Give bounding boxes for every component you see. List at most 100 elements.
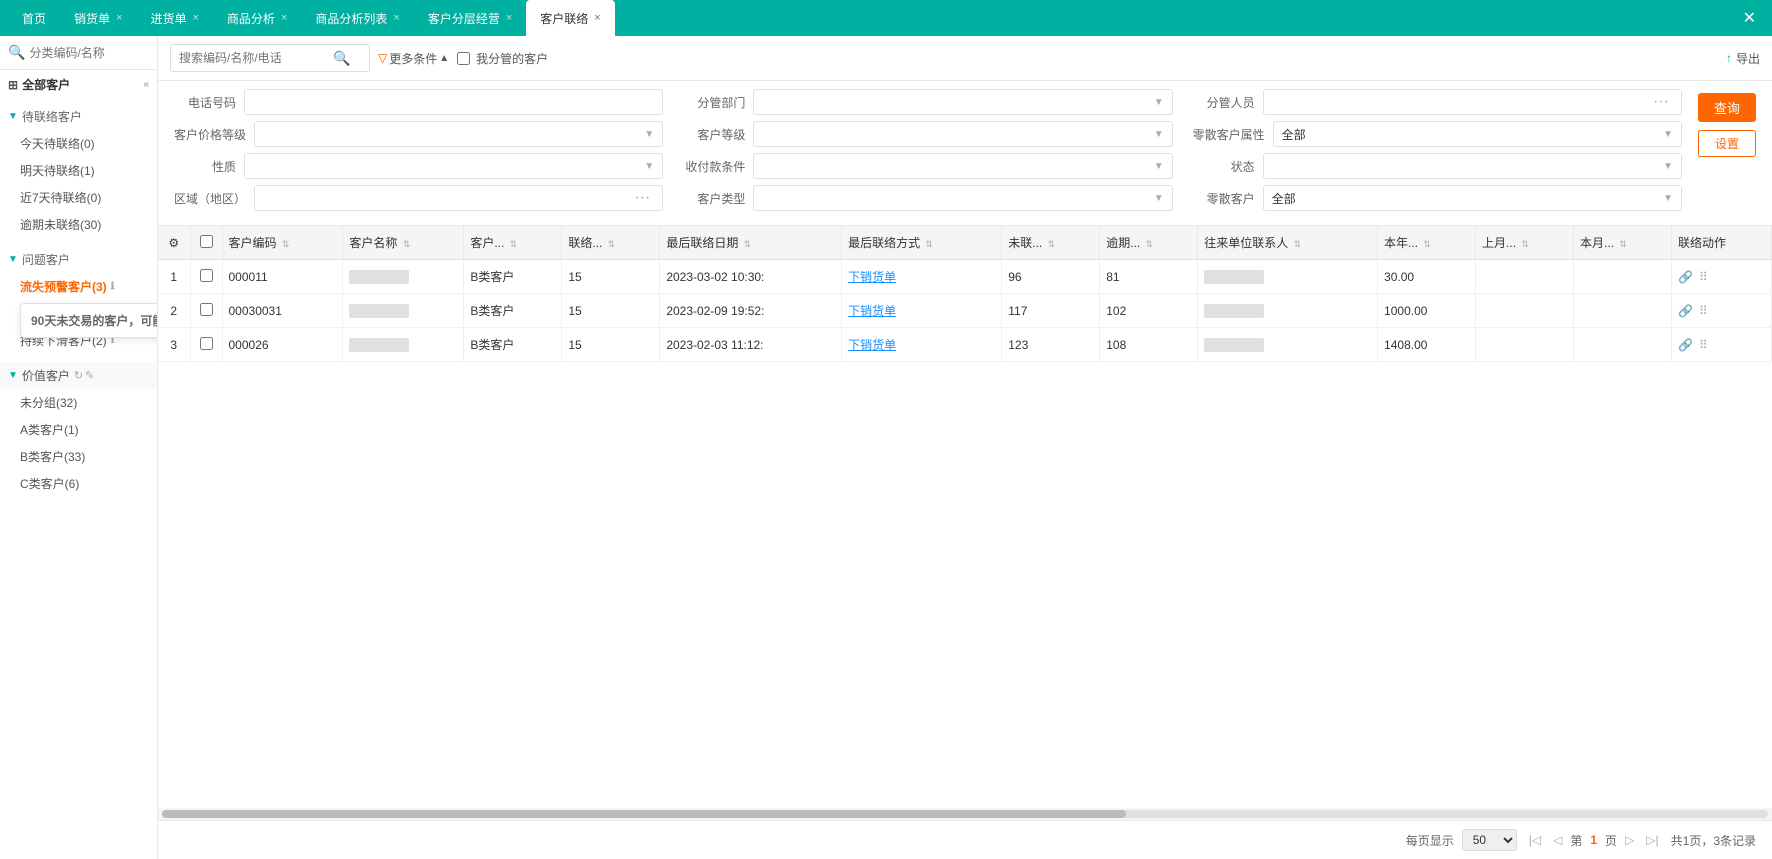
select-all-checkbox[interactable] [200, 235, 213, 248]
search-input[interactable] [179, 51, 329, 65]
action-menu-icon-2[interactable]: ⠿ [1699, 304, 1708, 318]
horizontal-scrollbar[interactable] [158, 808, 1772, 820]
sidebar-item-tomorrow[interactable]: 明天待联络(1) [0, 157, 157, 184]
tab-sales-close[interactable]: × [116, 12, 122, 24]
page-first-btn[interactable]: |◁ [1525, 831, 1545, 849]
col-this-month[interactable]: 本月... ⇅ [1574, 226, 1672, 260]
more-conditions-btn[interactable]: ▽ 更多条件 ▲ [378, 50, 449, 67]
col-uncontact[interactable]: 未联... ⇅ [1002, 226, 1100, 260]
query-settings-wrap: 查询 设置 [1698, 93, 1756, 157]
settings-button[interactable]: 设置 [1698, 130, 1756, 157]
row-checkbox-2[interactable] [200, 303, 213, 316]
tab-customer-tier[interactable]: 客户分层经营 × [414, 0, 526, 36]
search-button-icon[interactable]: 🔍 [333, 50, 350, 67]
export-btn[interactable]: ↑ 导出 [1726, 50, 1760, 67]
filter-select-retail-attr[interactable]: 全部 ▼ [1273, 121, 1682, 147]
col-last-date[interactable]: 最后联络日期 ⇅ [660, 226, 842, 260]
filter-select-price-level[interactable]: ▼ [254, 121, 663, 147]
col-contact-person[interactable]: 往来单位联系人 ⇅ [1198, 226, 1378, 260]
col-overdue[interactable]: 逾期... ⇅ [1100, 226, 1198, 260]
cell-checkbox-3[interactable] [190, 328, 222, 362]
cell-last-method-1[interactable]: 下销货单 [842, 260, 1002, 294]
scrollbar-thumb[interactable] [162, 810, 1126, 818]
cell-last-method-2[interactable]: 下销货单 [842, 294, 1002, 328]
sidebar-group-pending-header[interactable]: ▼ 待联络客户 [0, 103, 157, 130]
col-this-year[interactable]: 本年... ⇅ [1378, 226, 1476, 260]
tab-analysis-list-close[interactable]: × [393, 12, 399, 24]
action-link-icon-2[interactable]: 🔗 [1678, 304, 1693, 318]
filter-select-manager[interactable]: ··· [1263, 89, 1682, 115]
edit-icon-value[interactable]: ✎ [85, 369, 94, 382]
filter-select-region[interactable]: ··· [254, 185, 663, 211]
cell-checkbox-2[interactable] [190, 294, 222, 328]
filter-select-customer-level[interactable]: ▼ [753, 121, 1172, 147]
col-checkbox[interactable] [190, 226, 222, 260]
tab-customer-contact-close[interactable]: × [594, 12, 600, 24]
cell-index-3: 3 [158, 328, 190, 362]
page-prev-btn[interactable]: ◁ [1549, 831, 1566, 849]
col-name[interactable]: 客户名称 ⇅ [343, 226, 464, 260]
action-link-icon-1[interactable]: 🔗 [1678, 270, 1693, 284]
col-settings[interactable]: ⚙ [158, 226, 190, 260]
page-nav: |◁ ◁ 第 1 页 ▷ ▷| [1525, 831, 1663, 849]
row-checkbox-3[interactable] [200, 337, 213, 350]
filter-select-status[interactable]: ▼ [1263, 153, 1682, 179]
page-last-btn[interactable]: ▷| [1642, 831, 1662, 849]
cell-last-method-3[interactable]: 下销货单 [842, 328, 1002, 362]
tab-customer-tier-close[interactable]: × [506, 12, 512, 24]
cell-action-2: 🔗 ⠿ [1672, 294, 1772, 328]
col-last-method[interactable]: 最后联络方式 ⇅ [842, 226, 1002, 260]
tab-analysis[interactable]: 商品分析 × [213, 0, 301, 36]
col-code[interactable]: 客户编码 ⇅ [222, 226, 343, 260]
sidebar-item-a-class[interactable]: A类客户(1) [0, 416, 157, 443]
filter-input-phone[interactable] [244, 89, 663, 115]
sidebar-item-today[interactable]: 今天待联络(0) [0, 130, 157, 157]
sidebar-item-ungroup[interactable]: 未分组(32) [0, 389, 157, 416]
sidebar-item-churn-warning[interactable]: 流失预警客户(3) ℹ 90天未交易的客户，可能有流失风险。 [0, 273, 157, 300]
filter-select-nature[interactable]: ▼ [244, 153, 663, 179]
tab-analysis-list-label: 商品分析列表 [315, 10, 387, 27]
page-suffix: 页 [1605, 832, 1617, 849]
filter-select-retail-customer[interactable]: 全部 ▼ [1263, 185, 1682, 211]
sidebar-item-overdue[interactable]: 逾期未联络(30) [0, 211, 157, 238]
action-link-icon-3[interactable]: 🔗 [1678, 338, 1693, 352]
sidebar-item-c-class[interactable]: C类客户(6) [0, 470, 157, 497]
filter-select-customer-type[interactable]: ▼ [753, 185, 1172, 211]
refresh-icon-value[interactable]: ↻ [74, 369, 83, 382]
query-button[interactable]: 查询 [1698, 93, 1756, 122]
filter-area: 电话号码 分管部门 ▼ [158, 81, 1772, 226]
tab-analysis-list[interactable]: 商品分析列表 × [301, 0, 413, 36]
page-next-btn[interactable]: ▷ [1621, 831, 1638, 849]
row-checkbox-1[interactable] [200, 269, 213, 282]
per-page-select[interactable]: 50 20 100 [1462, 829, 1517, 851]
filter-select-dept[interactable]: ▼ [753, 89, 1172, 115]
sidebar-all-customers[interactable]: ⊞ 全部客户 « [0, 70, 157, 99]
sidebar-search-input[interactable] [29, 46, 149, 60]
cell-checkbox-1[interactable] [190, 260, 222, 294]
tab-purchase-label: 进货单 [150, 10, 186, 27]
sidebar-item-b-class[interactable]: B类客户(33) [0, 443, 157, 470]
sidebar-item-7days[interactable]: 近7天待联络(0) [0, 184, 157, 211]
action-menu-icon-3[interactable]: ⠿ [1699, 338, 1708, 352]
settings-icon[interactable]: ⚙ [168, 236, 179, 250]
sidebar-group-value-header[interactable]: ▼ 价值客户 ↻ ✎ [0, 362, 157, 389]
col-ctype-label: 客户... [470, 236, 504, 250]
tab-analysis-close[interactable]: × [281, 12, 287, 24]
my-customers-checkbox[interactable] [457, 52, 470, 65]
tab-home[interactable]: 首页 [8, 0, 60, 36]
window-close-button[interactable]: ✕ [1735, 8, 1764, 28]
col-contact-count[interactable]: 联络... ⇅ [562, 226, 660, 260]
filter-row-4: 区域（地区） ··· 客户类型 [174, 185, 1682, 211]
sidebar-item-ungroup-label: 未分组(32) [20, 394, 77, 411]
filter-select-payment[interactable]: ▼ [753, 153, 1172, 179]
col-ctype[interactable]: 客户... ⇅ [464, 226, 562, 260]
my-customers-toggle[interactable]: 我分管的客户 [457, 50, 548, 67]
col-last-month[interactable]: 上月... ⇅ [1476, 226, 1574, 260]
tab-purchase[interactable]: 进货单 × [136, 0, 212, 36]
sidebar-group-problem-header[interactable]: ▼ 问题客户 [0, 246, 157, 273]
action-menu-icon-1[interactable]: ⠿ [1699, 270, 1708, 284]
tab-sales[interactable]: 销货单 × [60, 0, 136, 36]
tab-purchase-close[interactable]: × [192, 12, 198, 24]
action-icons-2: 🔗 ⠿ [1678, 304, 1765, 318]
tab-customer-contact[interactable]: 客户联络 × [526, 0, 614, 36]
